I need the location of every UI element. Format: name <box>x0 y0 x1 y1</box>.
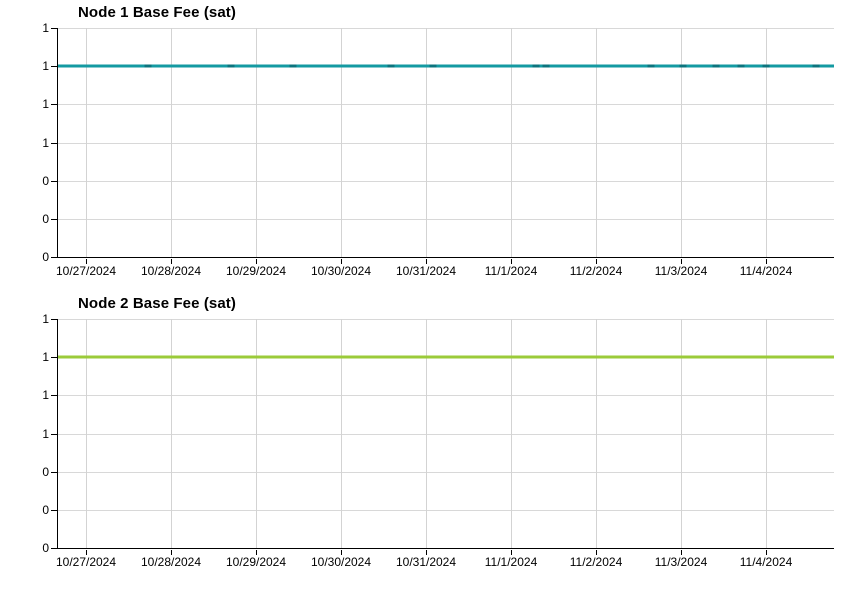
y-gridline <box>58 104 834 106</box>
data-point-mark <box>762 64 770 68</box>
y-tick-label: 1 <box>42 312 49 326</box>
x-tick-label: 11/1/2024 <box>484 555 538 569</box>
data-point-mark <box>812 64 820 68</box>
x-gridline <box>766 28 767 257</box>
x-tick-label: 11/1/2024 <box>484 264 538 278</box>
x-tick-label: 10/31/2024 <box>395 555 457 569</box>
x-gridline <box>766 319 767 548</box>
y-tick-label: 1 <box>42 59 49 74</box>
y-tick-label: 1 <box>42 388 49 403</box>
y-gridline <box>58 180 834 182</box>
x-tick-label: 11/2/2024 <box>569 264 623 278</box>
x-gridline <box>256 319 257 548</box>
x-gridline <box>171 28 172 257</box>
y-tick-mark <box>51 395 57 397</box>
y-tick-label: 1 <box>42 426 49 441</box>
data-point-mark <box>712 64 720 68</box>
y-gridline <box>58 142 834 144</box>
x-gridline <box>596 28 597 257</box>
x-gridline <box>681 319 682 548</box>
data-point-mark <box>144 64 152 68</box>
x-tick-label: 10/30/2024 <box>310 264 372 278</box>
y-gridline <box>58 218 834 220</box>
y-tick-mark <box>51 66 57 68</box>
data-point-mark <box>429 64 437 68</box>
x-gridline <box>341 319 342 548</box>
x-tick-label: 10/28/2024 <box>140 264 202 278</box>
y-gridline <box>58 28 834 29</box>
chart-node-2-base-fee: Node 2 Base Fee (sat) 1 1 1 1 0 0 0 10/27/2024 1… <box>0 291 860 600</box>
y-tick-label: 1 <box>42 97 49 112</box>
data-point-mark <box>387 64 395 68</box>
data-point-mark <box>679 64 687 68</box>
x-tick-label: 11/3/2024 <box>654 555 708 569</box>
chart-title: Node 1 Base Fee (sat) <box>78 4 236 21</box>
y-gridline <box>58 471 834 473</box>
x-tick-label: 10/31/2024 <box>395 264 457 278</box>
x-gridline <box>511 319 512 548</box>
x-gridline <box>171 319 172 548</box>
data-point-mark <box>647 64 655 68</box>
y-tick-mark <box>51 509 57 511</box>
y-tick-label: 0 <box>42 173 49 188</box>
x-tick-label: 11/4/2024 <box>739 264 793 278</box>
y-tick-label: 0 <box>42 502 49 517</box>
chart-title: Node 2 Base Fee (sat) <box>78 295 236 312</box>
y-tick-label: 0 <box>42 464 49 479</box>
y-tick-mark <box>51 104 57 106</box>
y-tick-mark <box>51 433 57 435</box>
x-tick-label: 10/29/2024 <box>225 555 287 569</box>
x-gridline <box>681 28 682 257</box>
y-tick-mark <box>51 319 57 320</box>
x-gridline <box>86 319 87 548</box>
series-line <box>58 355 834 359</box>
y-tick-mark <box>51 548 57 549</box>
y-tick-label: 0 <box>42 211 49 226</box>
plot-area: 1 1 1 1 0 0 0 10/27/2024 10/28/2024 10/29/2024 10/… <box>42 21 834 278</box>
data-point-mark <box>289 64 297 68</box>
x-tick-label: 10/28/2024 <box>140 555 202 569</box>
x-gridline <box>596 319 597 548</box>
x-tick-label: 11/4/2024 <box>739 555 793 569</box>
data-point-mark <box>737 64 745 68</box>
y-gridline <box>58 509 834 511</box>
x-tick-label: 10/30/2024 <box>310 555 372 569</box>
x-tick-label: 10/27/2024 <box>55 555 117 569</box>
y-gridline <box>58 395 834 397</box>
x-tick-label: 11/2/2024 <box>569 555 623 569</box>
y-tick-mark <box>51 257 57 258</box>
y-gridline <box>58 433 834 435</box>
x-gridline <box>86 28 87 257</box>
data-point-mark <box>532 64 540 68</box>
plot-area: 1 1 1 1 0 0 0 10/27/2024 10/28/2024 10/29/2024 10/… <box>42 312 834 569</box>
x-gridline <box>511 28 512 257</box>
y-tick-label: 1 <box>42 350 49 365</box>
x-gridline <box>256 28 257 257</box>
y-tick-mark <box>51 142 57 144</box>
y-tick-label: 1 <box>42 135 49 150</box>
x-tick-label: 10/27/2024 <box>55 264 117 278</box>
y-tick-label: 1 <box>42 21 49 35</box>
y-tick-mark <box>51 180 57 182</box>
y-tick-mark <box>51 28 57 29</box>
y-tick-label: 0 <box>42 541 49 555</box>
y-gridline <box>58 319 834 320</box>
x-tick-label: 10/29/2024 <box>225 264 287 278</box>
x-gridline <box>426 28 427 257</box>
y-tick-mark <box>51 471 57 473</box>
data-point-mark <box>227 64 235 68</box>
x-tick-label: 11/3/2024 <box>654 264 708 278</box>
y-tick-label: 0 <box>42 250 49 264</box>
x-gridline <box>426 319 427 548</box>
chart-node-1-base-fee: Node 1 Base Fee (sat) 1 1 1 1 0 0 0 10/27/2024 1… <box>0 0 860 290</box>
x-gridline <box>341 28 342 257</box>
y-tick-mark <box>51 357 57 359</box>
y-tick-mark <box>51 218 57 220</box>
data-point-mark <box>542 64 550 68</box>
